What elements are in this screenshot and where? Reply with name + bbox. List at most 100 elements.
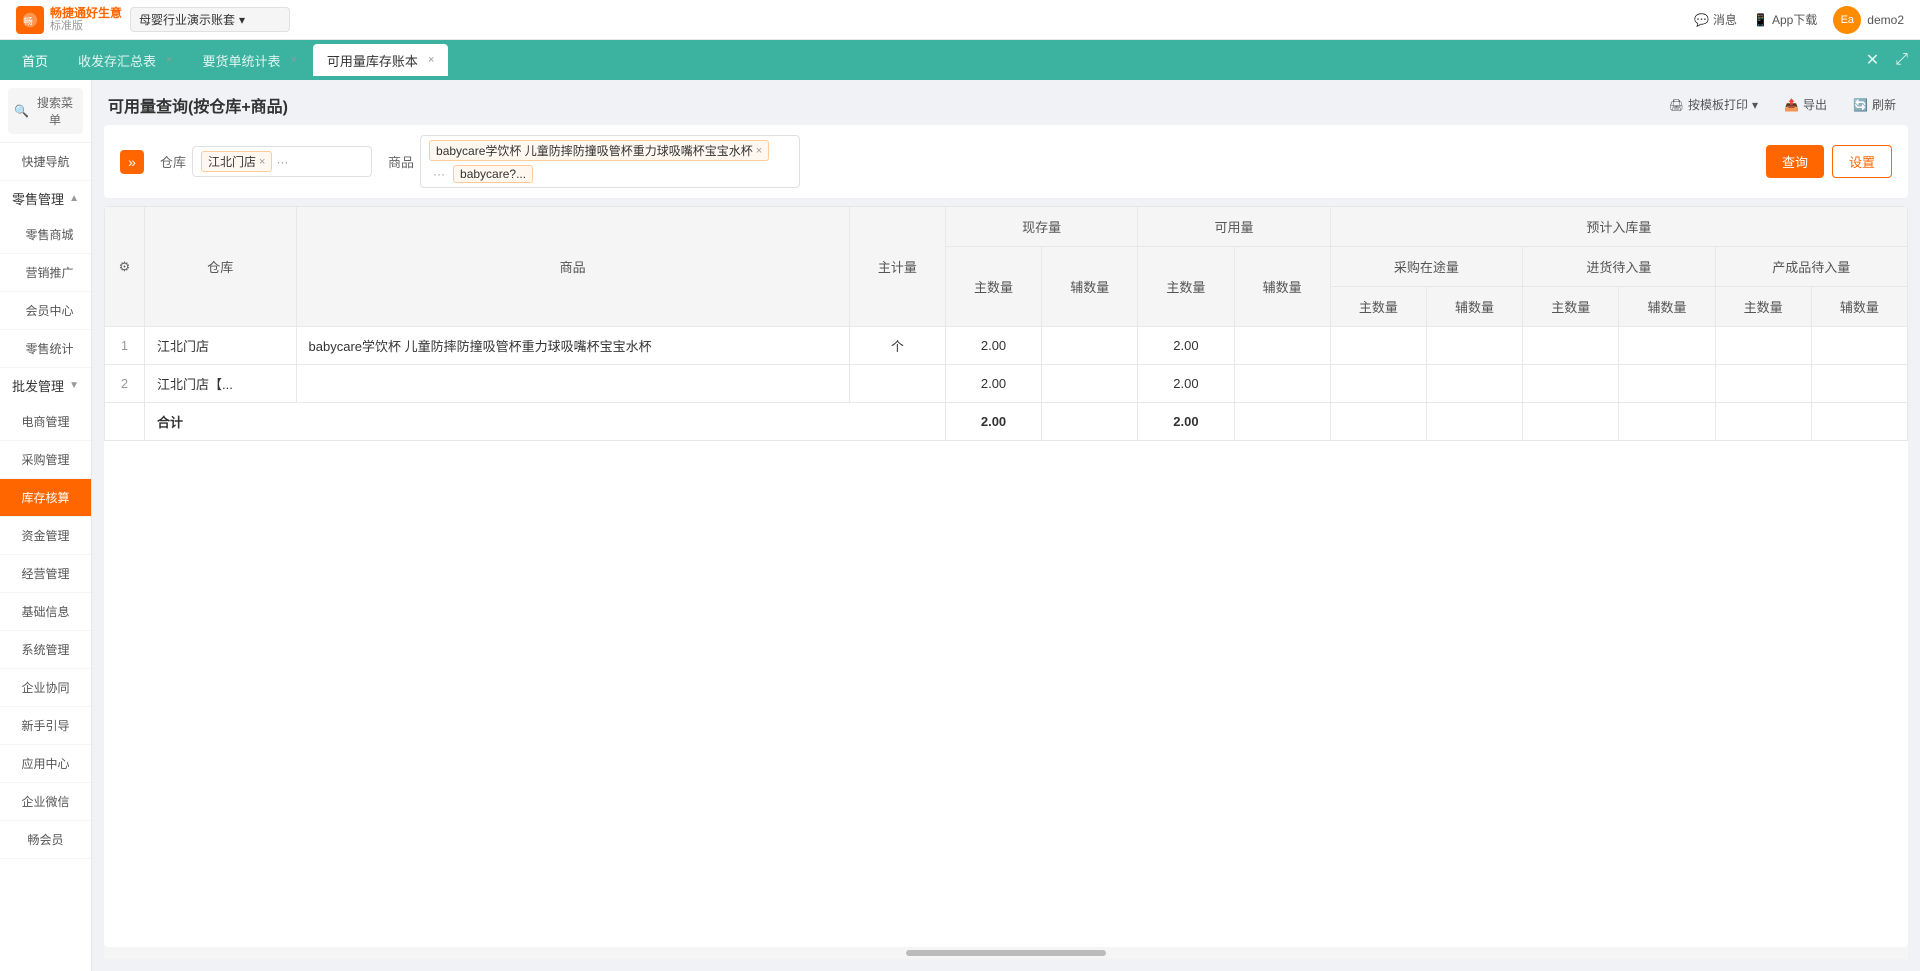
sidebar-item-member2[interactable]: 畅会员 [0,821,91,859]
avatar: Ea [1833,6,1861,34]
sidebar-item-finance[interactable]: 资金管理 [0,517,91,555]
column-settings-icon[interactable]: ⚙ [119,259,131,274]
refresh-action[interactable]: 🔄 刷新 [1845,92,1904,117]
sidebar-item-quick-nav[interactable]: 快捷导航 [0,143,91,181]
warehouse-filter-input[interactable]: 江北门店 × ··· [192,146,372,177]
table-row: 2 江北门店【... 2.00 2.00 [105,365,1908,403]
footer-row: 合计 2.00 2.00 [105,403,1908,441]
product-filter-input[interactable]: babycare学饮杯 儿童防摔防撞吸管杯重力球吸嘴杯宝宝水杯 × ··· ba… [420,135,800,188]
tab-receipts[interactable]: 收发存汇总表 × [64,44,186,76]
app-download-action[interactable]: 📱 App下载 [1753,11,1817,28]
sidebar: 🔍 搜索菜单 快捷导航 零售管理 零售商城 营销推广 会员中心 零售统计 [0,80,92,971]
th-purchase-aux: 辅数量 [1426,287,1522,327]
content-wrapper: » 仓库 江北门店 × ··· 商品 [92,125,1920,971]
row-production-aux [1811,365,1907,403]
tab-receipts-close[interactable]: × [166,54,172,66]
purchase-label: 采购管理 [21,451,69,468]
username: demo2 [1867,13,1904,27]
footer-incoming-aux [1619,403,1715,441]
row-production-main [1715,365,1811,403]
row-purchase-aux [1426,327,1522,365]
expand-icon: » [128,154,136,170]
footer-production-aux [1811,403,1907,441]
wechat-label: 企业微信 [21,793,69,810]
query-button[interactable]: 查询 [1766,145,1824,178]
svg-text:畅: 畅 [24,15,33,26]
row-purchase-main [1330,327,1426,365]
user-profile[interactable]: Ea demo2 [1833,6,1904,34]
sidebar-item-enterprise[interactable]: 企业协同 [0,669,91,707]
logo-text: 畅捷通好生意 [50,6,122,20]
sidebar-item-wechat[interactable]: 企业微信 [0,783,91,821]
scrollbar-thumb[interactable] [906,950,1106,956]
sidebar-item-appstore[interactable]: 应用中心 [0,745,91,783]
sidebar-item-newbie[interactable]: 新手引导 [0,707,91,745]
sidebar-item-system[interactable]: 系统管理 [0,631,91,669]
sidebar-item-retail-shop[interactable]: 零售商城 [0,216,91,254]
tab-orders[interactable]: 要货单统计表 × [188,44,310,76]
warehouse-tag-1-remove[interactable]: × [259,156,265,168]
export-action[interactable]: 📤 导出 [1776,92,1835,117]
th-production-group: 产成品待入量 [1715,247,1907,287]
row-current-main: 2.00 [945,365,1041,403]
warehouse-tag-1-text: 江北门店 [208,153,256,170]
member2-label: 畅会员 [27,831,63,848]
message-action[interactable]: 💬 消息 [1694,11,1737,28]
chevron-down-icon: ▾ [239,13,245,27]
top-bar-left: 畅 畅捷通好生意 标准版 母婴行业演示账套 ▾ [16,6,290,34]
tab-close-icon[interactable]: ✕ [1862,46,1883,74]
operations-label: 经营管理 [21,565,69,582]
row-warehouse: 江北门店 [145,327,297,365]
horizontal-scrollbar[interactable] [104,947,1908,959]
settings-button[interactable]: 设置 [1832,145,1892,178]
sidebar-item-retail[interactable]: 零售管理 [0,181,91,216]
row-production-aux [1811,327,1907,365]
sidebar-menu: 零售管理 零售商城 营销推广 会员中心 零售统计 批发管理 电商管理 采购管理 [0,181,91,971]
sidebar-item-member[interactable]: 会员中心 [0,292,91,330]
product-ellipsis: ··· [429,167,449,181]
inventory-label: 库存核算 [21,489,69,506]
sidebar-item-marketing[interactable]: 营销推广 [0,254,91,292]
tab-expand-icon[interactable]: ⤢ [1891,47,1912,73]
search-menu-button[interactable]: 🔍 搜索菜单 [8,88,83,134]
search-icon: 🔍 [14,104,29,118]
data-table: ⚙ 仓库 商品 主计量 现存量 可用量 预计入库量 主数量 辅数量 [104,206,1908,441]
sidebar-item-purchase[interactable]: 采购管理 [0,441,91,479]
sidebar-item-operations[interactable]: 经营管理 [0,555,91,593]
page-actions: 🖨 按模板打印 ▾ 📤 导出 🔄 刷新 [1661,92,1904,117]
th-goods-incoming-group: 进货待入量 [1523,247,1715,287]
th-unit: 主计量 [849,207,945,327]
sidebar-item-inventory[interactable]: 库存核算 [0,479,91,517]
tab-available-close[interactable]: × [428,54,434,66]
th-current-aux: 辅数量 [1042,247,1138,327]
tab-orders-close[interactable]: × [290,54,296,66]
row-index: 2 [105,365,145,403]
tab-home-label: 首页 [22,51,48,70]
footer-label: 合计 [145,403,946,441]
print-action[interactable]: 🖨 按模板打印 ▾ [1661,92,1766,117]
footer-purchase-aux [1426,403,1522,441]
warehouse-filter-label: 仓库 [160,152,186,171]
tab-home[interactable]: 首页 [8,44,62,76]
th-available-group: 可用量 [1138,207,1330,247]
th-purchase-main: 主数量 [1330,287,1426,327]
company-selector[interactable]: 母婴行业演示账套 ▾ [130,7,290,32]
sidebar-item-wholesale[interactable]: 批发管理 [0,368,91,403]
app-download-label: App下载 [1772,11,1817,28]
sidebar-item-ecommerce[interactable]: 电商管理 [0,403,91,441]
filter-expand-button[interactable]: » [120,150,144,174]
page-header: 可用量查询(按仓库+商品) 🖨 按模板打印 ▾ 📤 导出 🔄 刷新 [92,80,1920,125]
row-incoming-aux [1619,327,1715,365]
row-available-main: 2.00 [1138,365,1234,403]
product-tag-1-remove[interactable]: × [756,145,762,157]
sidebar-item-retail-stats[interactable]: 零售统计 [0,330,91,368]
row-incoming-main [1523,365,1619,403]
row-product: babycare学饮杯 儿童防摔防撞吸管杯重力球吸嘴杯宝宝水杯 [296,327,849,365]
top-bar-right: 💬 消息 📱 App下载 Ea demo2 [1694,6,1904,34]
tab-receipts-label: 收发存汇总表 [78,51,156,70]
row-available-main: 2.00 [1138,327,1234,365]
sidebar-item-basics[interactable]: 基础信息 [0,593,91,631]
product-filter-field: 商品 babycare学饮杯 儿童防摔防撞吸管杯重力球吸嘴杯宝宝水杯 × ···… [388,135,800,188]
th-incoming-group: 预计入库量 [1330,207,1907,247]
tab-available[interactable]: 可用量库存账本 × [313,44,448,76]
